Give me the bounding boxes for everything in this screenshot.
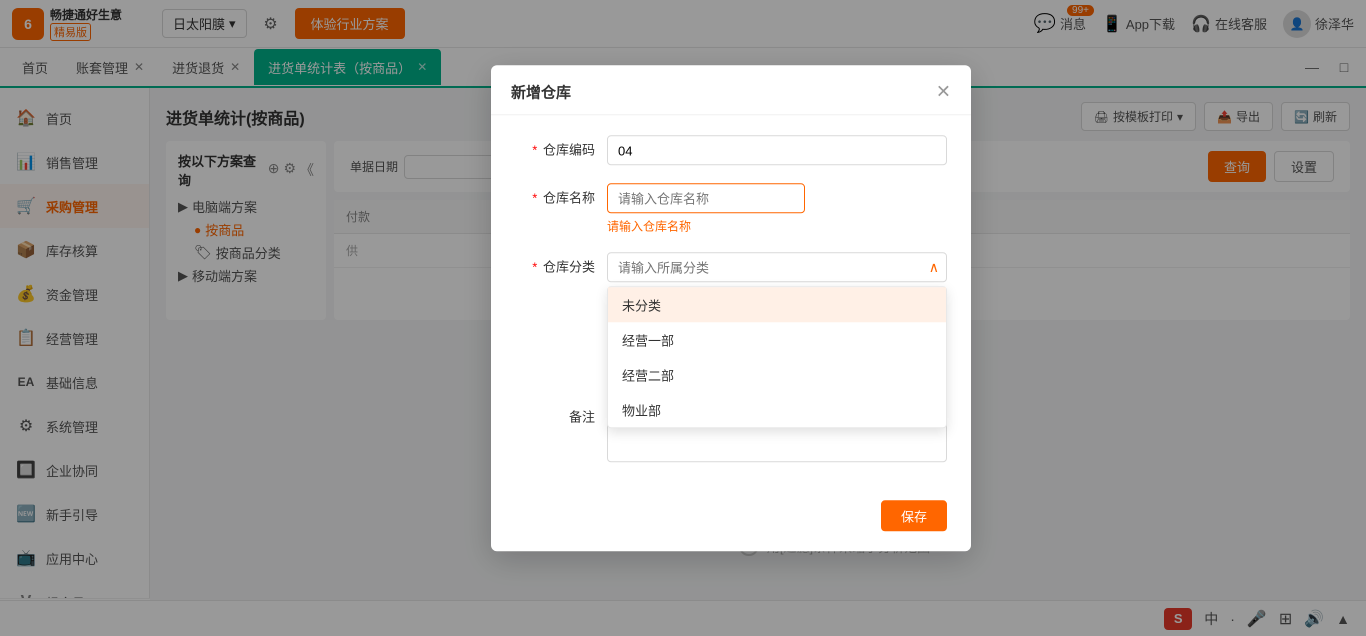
modal-body: * 仓库编码 * 仓库名称 请输入仓库名称 * 仓库分类 <box>491 115 971 490</box>
modal-header: 新增仓库 ✕ <box>491 65 971 115</box>
form-row-code: * 仓库编码 <box>515 135 947 165</box>
dropdown-item-dept3[interactable]: 物业部 <box>608 392 946 427</box>
chevron-up-icon[interactable]: ∧ <box>929 259 939 276</box>
warehouse-code-input[interactable] <box>607 135 947 165</box>
name-error-msg: 请输入仓库名称 <box>607 217 691 234</box>
dropdown-item-dept2[interactable]: 经营二部 <box>608 357 946 392</box>
save-button[interactable]: 保存 <box>881 500 947 531</box>
form-row-category: * 仓库分类 ∧ 未分类 经营一部 经营二部 物业部 <box>515 252 947 282</box>
code-label: * 仓库编码 <box>515 135 595 165</box>
category-dropdown: ∧ 未分类 经营一部 经营二部 物业部 <box>607 252 947 282</box>
modal-title: 新增仓库 <box>511 81 571 102</box>
warehouse-name-input[interactable] <box>607 183 805 213</box>
remark-label: 备注 <box>515 402 595 432</box>
category-dropdown-list: 未分类 经营一部 经营二部 物业部 <box>607 286 947 428</box>
category-label: * 仓库分类 <box>515 252 595 282</box>
dropdown-item-uncategorized[interactable]: 未分类 <box>608 287 946 322</box>
dropdown-item-dept1[interactable]: 经营一部 <box>608 322 946 357</box>
modal-close-btn[interactable]: ✕ <box>936 81 951 102</box>
new-warehouse-modal: 新增仓库 ✕ * 仓库编码 * 仓库名称 请输入仓库名称 <box>491 65 971 551</box>
form-row-name: * 仓库名称 请输入仓库名称 <box>515 183 947 234</box>
name-row-inner: * 仓库名称 <box>515 183 805 213</box>
category-input[interactable] <box>607 252 947 282</box>
name-label: * 仓库名称 <box>515 183 595 213</box>
modal-footer: 保存 <box>491 490 971 531</box>
